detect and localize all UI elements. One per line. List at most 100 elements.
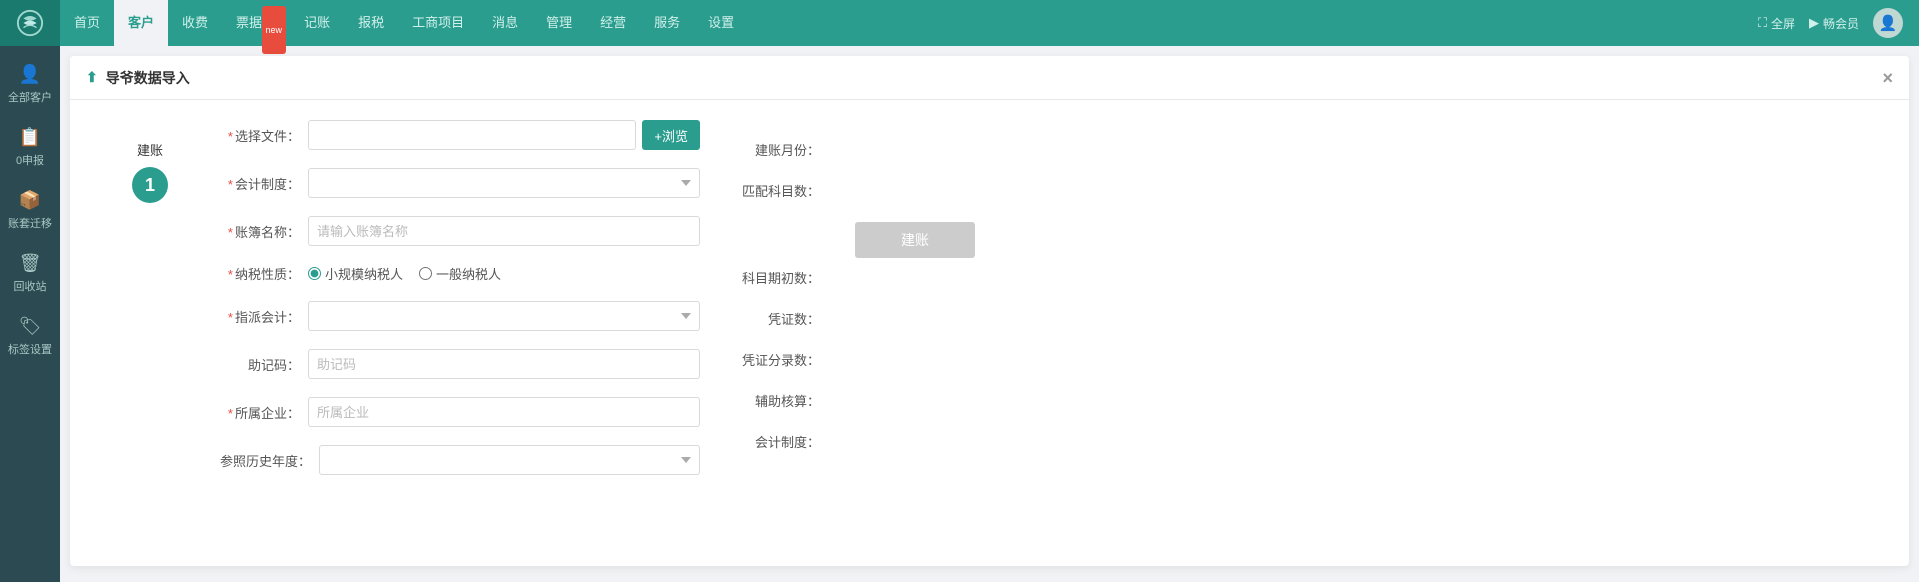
- nav-item-bookkeeping[interactable]: 记账: [290, 0, 344, 46]
- assign-accountant-label: *指派会计：: [220, 307, 300, 326]
- info-column: 建账月份： 匹配科目数： 建账 科目期初数：: [730, 120, 1010, 493]
- voucher-entries-row: 凭证分录数：: [730, 350, 1010, 369]
- zero-declare-icon: 📋: [19, 127, 41, 148]
- form-column: *选择文件： +浏览 *会计制度：: [220, 120, 700, 493]
- avatar-icon: 👤: [1879, 14, 1898, 32]
- company-input[interactable]: [308, 397, 700, 427]
- fullscreen-icon: ⛶: [1758, 15, 1767, 31]
- nav-item-settings[interactable]: 设置: [694, 0, 748, 46]
- nav-items: 首页 客户 收费 票据 new 记账 报税 工商项目 消息 管理 经营 服务 设…: [60, 0, 1758, 46]
- voucher-count-row: 凭证数：: [730, 309, 1010, 328]
- tax-type-row: *纳税性质： 小规模纳税人 一般纳税人: [220, 264, 700, 283]
- match-subjects-row: 匹配科目数：: [730, 181, 1010, 200]
- all-customers-icon: 👤: [19, 64, 41, 85]
- nav-item-tax[interactable]: 报税: [344, 0, 398, 46]
- new-badge: new: [262, 6, 287, 54]
- tax-general-radio[interactable]: [419, 267, 432, 280]
- assign-accountant-row: *指派会计：: [220, 301, 700, 331]
- accounting-system-select[interactable]: [308, 168, 700, 198]
- history-year-select[interactable]: [319, 445, 700, 475]
- sidebar-item-tags[interactable]: 🏷 标签设置: [0, 306, 60, 367]
- nav-item-home[interactable]: 首页: [60, 0, 114, 46]
- sidebar-item-migrate[interactable]: 📦 账套迁移: [0, 180, 60, 241]
- build-month-label: 建账月份：: [730, 140, 820, 159]
- tax-general[interactable]: 一般纳税人: [419, 264, 501, 283]
- voucher-entries-label: 凭证分录数：: [730, 350, 820, 369]
- nav-item-customers[interactable]: 客户: [114, 0, 168, 46]
- nav-item-message[interactable]: 消息: [478, 0, 532, 46]
- fullscreen-btn[interactable]: ⛶ 全屏: [1758, 15, 1795, 32]
- sidebar: 👤 全部客户 📋 0申报 📦 账套迁移 🗑 回收站 🏷 标签设置: [0, 46, 60, 582]
- sidebar-item-zero-declare[interactable]: 📋 0申报: [0, 117, 60, 178]
- dialog-body: 建账 1 *选择文件： +浏览: [70, 100, 1909, 513]
- avatar[interactable]: 👤: [1873, 8, 1903, 38]
- nav-item-service[interactable]: 服务: [640, 0, 694, 46]
- auxiliary-label: 辅助核算：: [730, 391, 820, 410]
- accounting-system2-label: 会计制度：: [730, 432, 820, 451]
- nav-item-operation[interactable]: 经营: [586, 0, 640, 46]
- file-path-input[interactable]: [308, 120, 636, 150]
- migrate-icon: 📦: [19, 190, 41, 211]
- step-column: 建账 1: [110, 120, 190, 493]
- tax-type-label: *纳税性质：: [220, 264, 300, 283]
- assign-accountant-select[interactable]: [308, 301, 700, 331]
- build-account-button[interactable]: 建账: [855, 222, 975, 258]
- recycle-icon: 🗑: [19, 253, 42, 274]
- company-row: *所属企业：: [220, 397, 700, 427]
- period-initial-label: 科目期初数：: [730, 268, 820, 287]
- match-subjects-label: 匹配科目数：: [730, 181, 820, 200]
- file-label: *选择文件：: [220, 126, 300, 145]
- accounting-system2-row: 会计制度：: [730, 432, 1010, 451]
- tax-small-scale[interactable]: 小规模纳税人: [308, 264, 403, 283]
- voucher-count-label: 凭证数：: [730, 309, 820, 328]
- sidebar-item-recycle[interactable]: 🗑 回收站: [0, 243, 60, 304]
- nav-logo[interactable]: [0, 0, 60, 46]
- sidebar-item-zero-declare-label: 0申报: [16, 152, 44, 168]
- ledger-name-label: *账簿名称：: [220, 222, 300, 241]
- period-initial-row: 科目期初数：: [730, 268, 1010, 287]
- top-nav: 首页 客户 收费 票据 new 记账 报税 工商项目 消息 管理 经营 服务 设…: [0, 0, 1919, 46]
- tax-small-radio[interactable]: [308, 267, 321, 280]
- company-label: *所属企业：: [220, 403, 300, 422]
- tax-type-radio-group: 小规模纳税人 一般纳税人: [308, 264, 700, 283]
- member-btn[interactable]: ▶ 畅会员: [1809, 15, 1859, 32]
- nav-item-billing[interactable]: 收费: [168, 0, 222, 46]
- browse-button[interactable]: +浏览: [642, 120, 700, 150]
- nav-right: ⛶ 全屏 ▶ 畅会员 👤: [1758, 8, 1919, 38]
- build-month-row: 建账月份：: [730, 140, 1010, 159]
- sidebar-item-migrate-label: 账套迁移: [8, 215, 52, 231]
- dialog-close-button[interactable]: ×: [1882, 68, 1893, 89]
- memo-row: 助记码：: [220, 349, 700, 379]
- member-label: 畅会员: [1823, 15, 1859, 32]
- sidebar-item-all-customers-label: 全部客户: [8, 89, 52, 105]
- accounting-system-label: *会计制度：: [220, 174, 300, 193]
- memo-input[interactable]: [308, 349, 700, 379]
- nav-item-commerce[interactable]: 工商项目: [398, 0, 478, 46]
- step-circle: 1: [132, 167, 168, 203]
- step-label: 建账: [137, 140, 163, 159]
- upload-icon: ⬆: [86, 69, 98, 86]
- tags-icon: 🏷: [19, 316, 42, 337]
- file-select-row: *选择文件： +浏览: [220, 120, 700, 150]
- video-icon: ▶: [1809, 15, 1819, 31]
- dialog-header: ⬆ 导爷数据导入 ×: [70, 56, 1909, 100]
- nav-item-manage[interactable]: 管理: [532, 0, 586, 46]
- main-layout: 👤 全部客户 📋 0申报 📦 账套迁移 🗑 回收站 🏷 标签设置 ⬆ 导爷数据导…: [0, 46, 1919, 582]
- history-year-row: 参照历史年度：: [220, 445, 700, 475]
- ledger-name-input[interactable]: [308, 216, 700, 246]
- dialog-panel: ⬆ 导爷数据导入 × 建账 1 *选择文件: [70, 56, 1909, 566]
- build-btn-area: 建账: [820, 222, 1010, 258]
- sidebar-item-recycle-label: 回收站: [14, 278, 47, 294]
- memo-label: 助记码：: [220, 355, 300, 374]
- sidebar-item-all-customers[interactable]: 👤 全部客户: [0, 54, 60, 115]
- auxiliary-row: 辅助核算：: [730, 391, 1010, 410]
- sidebar-item-tags-label: 标签设置: [8, 341, 52, 357]
- file-input-area: +浏览: [308, 120, 700, 150]
- accounting-system-row: *会计制度：: [220, 168, 700, 198]
- nav-item-invoice[interactable]: 票据 new: [222, 0, 290, 46]
- history-year-label: 参照历史年度：: [220, 451, 311, 470]
- fullscreen-label: 全屏: [1771, 15, 1795, 32]
- dialog-title: 导爷数据导入: [106, 68, 190, 88]
- content-area: ⬆ 导爷数据导入 × 建账 1 *选择文件: [60, 46, 1919, 582]
- ledger-name-row: *账簿名称：: [220, 216, 700, 246]
